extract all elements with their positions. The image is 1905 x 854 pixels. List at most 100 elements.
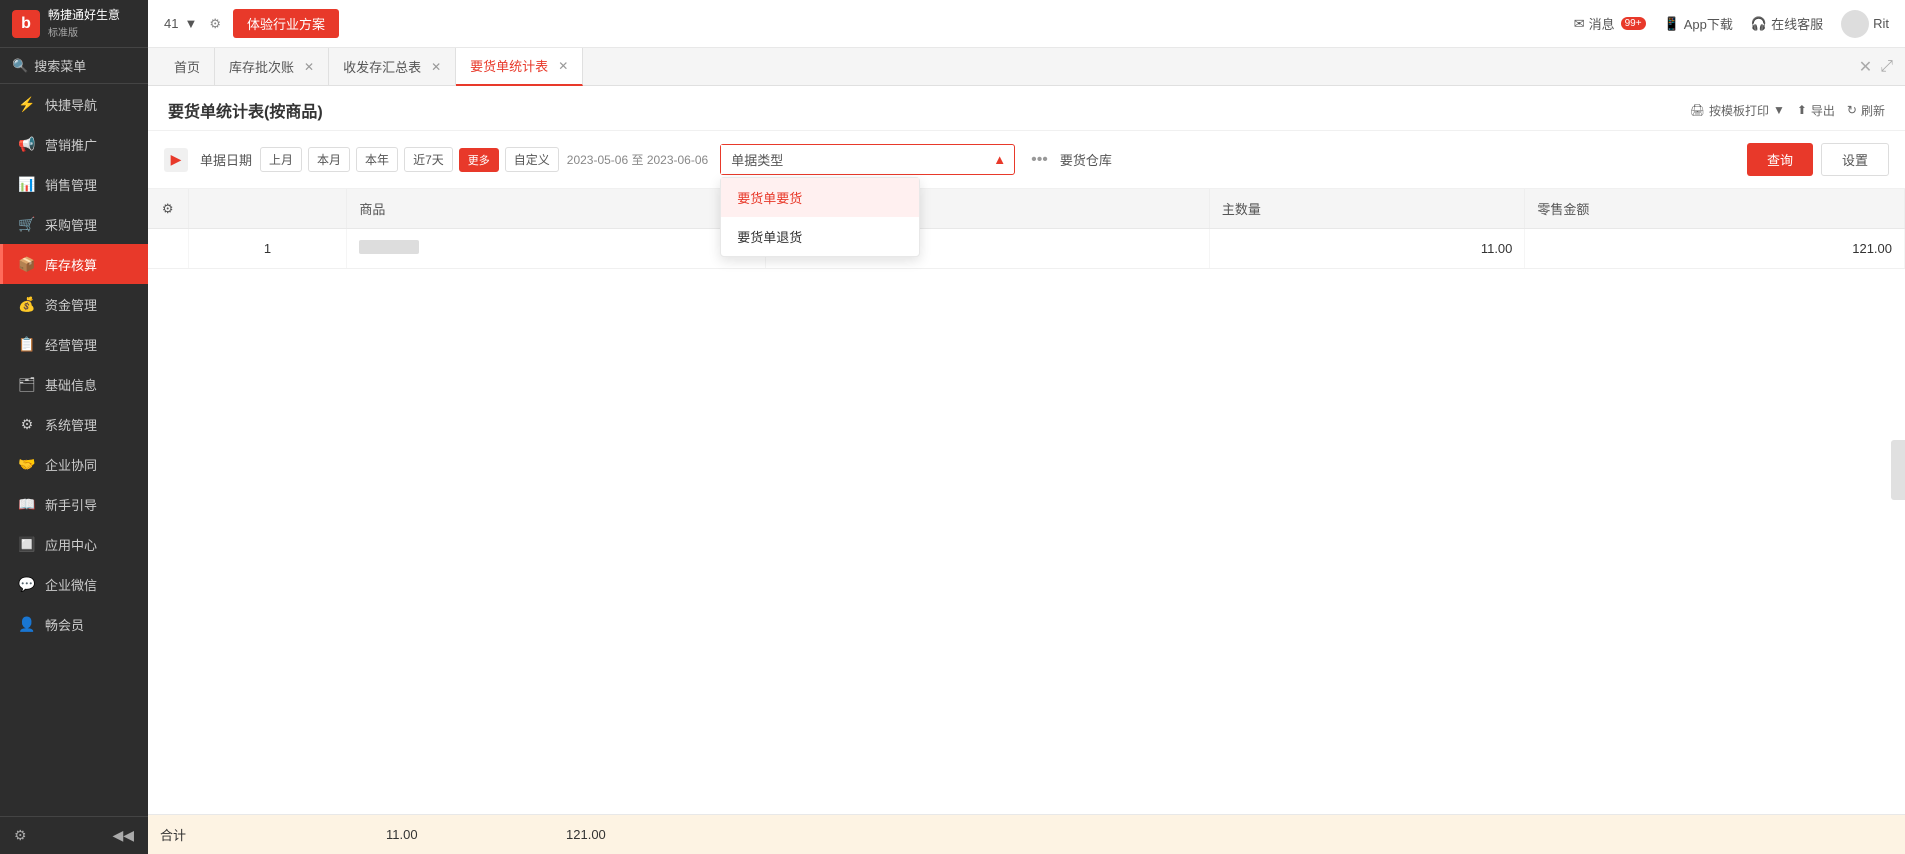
user-avatar-btn[interactable]: Rit [1841, 10, 1889, 38]
tab-order-summary-close[interactable]: ✕ [558, 59, 568, 73]
sidebar-item-inventory[interactable]: 📦 库存核算 [0, 244, 148, 284]
type-dropdown: 要货单要货 要货单退货 [720, 177, 920, 257]
topbar: 41 ▼ ⚙ 体验行业方案 ✉ 消息 99+ 📱 App下载 🎧 在线客服 R [148, 0, 1905, 48]
table-header: ⚙ 商品 主计量单位 主数量 零售金额 [148, 189, 1905, 229]
marketing-icon: 📢 [17, 134, 37, 154]
app-download-label: App下载 [1684, 14, 1733, 33]
sidebar-item-label: 新手引导 [45, 495, 97, 514]
sidebar-item-guide[interactable]: 📖 新手引导 [0, 484, 148, 524]
guide-icon: 📖 [17, 494, 37, 514]
sidebar-item-marketing[interactable]: 📢 营销推广 [0, 124, 148, 164]
tab-home-label: 首页 [174, 57, 200, 76]
date-range-display: 2023-05-06 至 2023-06-06 [567, 151, 708, 168]
sidebar-item-member[interactable]: 👤 畅会员 [0, 604, 148, 644]
sidebar-item-label: 系统管理 [45, 415, 97, 434]
sidebar-item-sales[interactable]: 📊 销售管理 [0, 164, 148, 204]
date-btn-this-month[interactable]: 本月 [308, 147, 350, 172]
online-service-label: 在线客服 [1771, 14, 1823, 33]
print-btn[interactable]: 🖨 按模板打印 ▼ [1690, 102, 1785, 119]
tab-receipts-summary-label: 收发存汇总表 [343, 57, 421, 76]
sidebar-search[interactable]: 🔍 搜索菜单 [0, 48, 148, 84]
date-btn-custom[interactable]: 自定义 [505, 147, 559, 172]
filter-expand-btn[interactable]: ▶ [164, 148, 188, 172]
messages-btn[interactable]: ✉ 消息 99+ [1574, 14, 1646, 33]
print-chevron-icon: ▼ [1773, 103, 1785, 117]
sidebar-settings-icon[interactable]: ⚙ [14, 827, 27, 844]
date-btn-more[interactable]: 更多 [459, 148, 499, 172]
settings-gear-icon[interactable]: ⚙ [209, 16, 221, 32]
export-btn[interactable]: ⬆ 导出 [1797, 102, 1835, 119]
date-btn-7days[interactable]: 近7天 [404, 147, 453, 172]
inventory-icon: 📦 [17, 254, 37, 274]
industry-btn[interactable]: 体验行业方案 [233, 9, 339, 38]
sidebar-item-label: 基础信息 [45, 375, 97, 394]
footer-qty: 11.00 [386, 827, 486, 842]
tab-inventory-batch-close[interactable]: ✕ [304, 60, 314, 74]
topbar-right: ✉ 消息 99+ 📱 App下载 🎧 在线客服 Rit [1574, 10, 1889, 38]
warehouse-filter-label: 要货仓库 [1060, 150, 1112, 169]
purchase-icon: 🛒 [17, 214, 37, 234]
print-icon: 🖨 [1690, 103, 1705, 117]
sidebar-item-system[interactable]: ⚙ 系统管理 [0, 404, 148, 444]
sidebar-item-app-center[interactable]: 🔲 应用中心 [0, 524, 148, 564]
date-btn-this-year[interactable]: 本年 [356, 147, 398, 172]
tab-home[interactable]: 首页 [160, 48, 215, 86]
sidebar-item-finance[interactable]: 💰 资金管理 [0, 284, 148, 324]
th-seq [188, 189, 347, 229]
tab-close-all-icon[interactable]: ✕ [1859, 57, 1872, 77]
filter-more-dots[interactable]: ••• [1031, 151, 1048, 169]
tab-restore-icon[interactable]: ⤢ [1880, 58, 1893, 76]
table-row: 1 块 11.00 121.00 [148, 229, 1905, 269]
online-service-btn[interactable]: 🎧 在线客服 [1751, 14, 1823, 33]
content-area: 要货单统计表(按商品) 🖨 按模板打印 ▼ ⬆ 导出 ↻ 刷新 ▶ [148, 86, 1905, 854]
refresh-btn[interactable]: ↻ 刷新 [1847, 102, 1885, 119]
sidebar-item-label: 应用中心 [45, 535, 97, 554]
app-center-icon: 🔲 [17, 534, 37, 554]
dropdown-item-order-goods[interactable]: 要货单要货 [721, 178, 919, 217]
date-filter-group: 单据日期 上月 本月 本年 近7天 更多 自定义 2023-05-06 至 20… [200, 147, 708, 172]
app-download-btn[interactable]: 📱 App下载 [1664, 14, 1733, 33]
sidebar-item-purchase[interactable]: 🛒 采购管理 [0, 204, 148, 244]
warehouse-filter-group: 要货仓库 [1060, 150, 1112, 169]
type-dropdown-arrow[interactable]: ▲ [985, 147, 1014, 172]
sidebar-item-operation[interactable]: 📋 经营管理 [0, 324, 148, 364]
sidebar-item-quick-nav[interactable]: ⚡ 快捷导航 [0, 84, 148, 124]
query-btn[interactable]: 查询 [1747, 143, 1813, 176]
sidebar-item-label: 企业微信 [45, 575, 97, 594]
type-filter-group: 单据类型 ▲ 要货单要货 要货单退货 [720, 144, 1015, 175]
headset-icon: 🎧 [1751, 16, 1767, 32]
finance-icon: 💰 [17, 294, 37, 314]
messages-icon: ✉ [1574, 16, 1585, 32]
sidebar-item-basic[interactable]: 🗂 基础信息 [0, 364, 148, 404]
tab-receipts-summary-close[interactable]: ✕ [431, 60, 441, 74]
export-label: 导出 [1811, 102, 1835, 119]
sidebar-item-wechat[interactable]: 💬 企业微信 [0, 564, 148, 604]
settings-btn[interactable]: 设置 [1821, 143, 1889, 176]
sidebar-item-cooperation[interactable]: 🤝 企业协同 [0, 444, 148, 484]
store-chevron-icon: ▼ [184, 16, 197, 31]
type-input-group: 单据类型 ▲ [720, 144, 1015, 175]
member-icon: 👤 [17, 614, 37, 634]
tab-order-summary[interactable]: 要货单统计表 ✕ [456, 48, 583, 86]
td-amount-1: 121.00 [1525, 229, 1905, 269]
tab-receipts-summary[interactable]: 收发存汇总表 ✕ [329, 48, 456, 86]
right-scroll-handle[interactable] [1891, 440, 1905, 500]
sidebar-footer: ⚙ ◀◀ [0, 816, 148, 854]
store-selector[interactable]: 41 ▼ [164, 16, 197, 31]
date-btn-last-month[interactable]: 上月 [260, 147, 302, 172]
td-settings-1 [148, 229, 188, 269]
type-filter-input[interactable] [793, 147, 985, 172]
export-icon: ⬆ [1797, 103, 1807, 117]
sales-icon: 📊 [17, 174, 37, 194]
th-qty: 主数量 [1209, 189, 1525, 229]
sidebar-collapse-icon[interactable]: ◀◀ [112, 827, 134, 844]
refresh-icon: ↻ [1847, 103, 1857, 117]
th-settings[interactable]: ⚙ [148, 189, 188, 229]
dropdown-item-order-return[interactable]: 要货单退货 [721, 217, 919, 256]
sidebar-item-label: 经营管理 [45, 335, 97, 354]
messages-label: 消息 [1589, 14, 1615, 33]
td-goods-1 [347, 229, 766, 269]
tab-inventory-batch[interactable]: 库存批次账 ✕ [215, 48, 329, 86]
footer-amount: 121.00 [566, 827, 666, 842]
system-icon: ⚙ [17, 414, 37, 434]
